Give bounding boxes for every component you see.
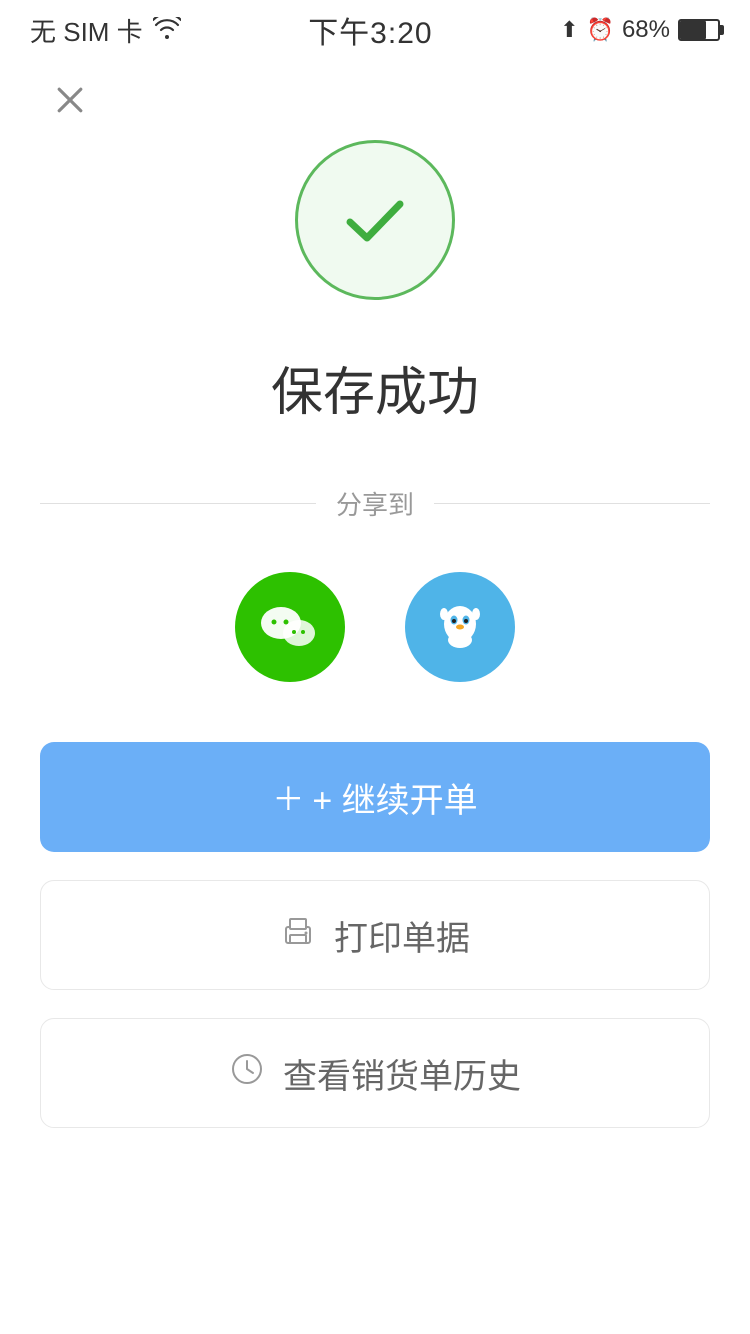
wechat-icon [259,601,321,653]
plus-icon: ＋ [272,774,304,820]
close-button[interactable] [40,70,100,130]
status-bar: 无 SIM 卡 下午3:20 ⬆ ⏰ 68% [0,0,750,60]
checkmark-icon [335,180,415,260]
continue-button[interactable]: ＋ + 继续开单 [40,742,710,852]
wifi-icon [153,15,181,46]
continue-label: + 继续开单 [312,773,477,822]
success-circle [295,140,455,300]
status-carrier: 无 SIM 卡 [30,12,181,49]
action-buttons: ＋ + 继续开单 打印单据 查看销货单历史 [0,742,750,1128]
print-button[interactable]: 打印单据 [40,880,710,990]
wechat-share-button[interactable] [235,572,345,682]
share-label: 分享到 [336,485,414,522]
share-icons [40,572,710,682]
qq-share-button[interactable] [405,572,515,682]
status-time: 下午3:20 [308,8,432,52]
location-icon: ⬆ [560,17,578,43]
history-label: 查看销货单历史 [283,1049,521,1098]
print-label: 打印单据 [334,911,470,960]
clock-icon [229,1051,265,1095]
main-content: 保存成功 分享到 [0,60,750,1128]
battery-percent: 68% [622,16,670,44]
alarm-icon: ⏰ [587,17,614,43]
status-indicators: ⬆ ⏰ 68% [560,16,720,44]
qq-icon [429,596,491,658]
carrier-text: 无 SIM 卡 [30,12,143,49]
battery-icon [678,19,720,41]
close-icon [52,82,88,118]
share-divider: 分享到 [40,485,710,522]
history-button[interactable]: 查看销货单历史 [40,1018,710,1128]
printer-icon [280,913,316,957]
success-title: 保存成功 [271,350,479,425]
share-section: 分享到 [0,485,750,682]
